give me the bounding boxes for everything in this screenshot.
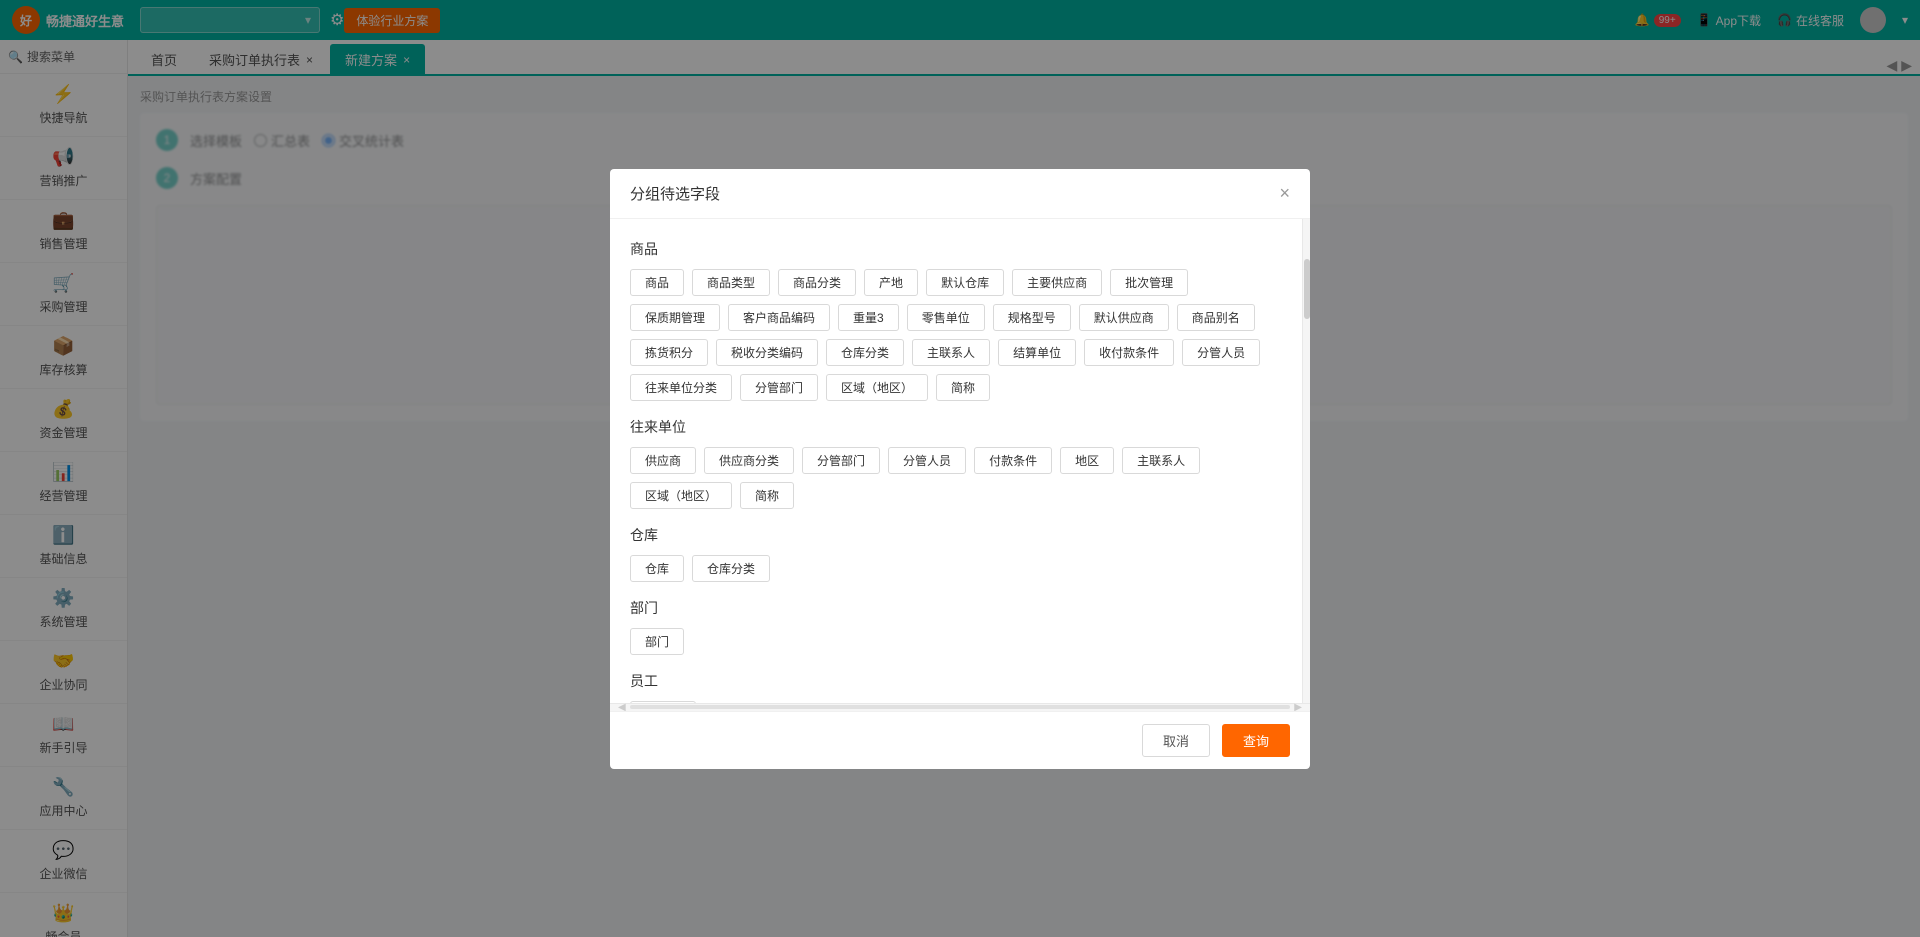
- field-tag[interactable]: 分管人员: [1182, 339, 1260, 366]
- partner-field-grid: 供应商 供应商分类 分管部门 分管人员 付款条件 地区 主联系人 区域（地区） …: [630, 447, 1282, 509]
- field-tag[interactable]: 分管部门: [740, 374, 818, 401]
- field-tag[interactable]: 供应商分类: [704, 447, 794, 474]
- field-tag[interactable]: 地区: [1060, 447, 1114, 474]
- field-tag[interactable]: 仓库: [630, 555, 684, 582]
- field-tag[interactable]: 分管人员: [888, 447, 966, 474]
- field-tag[interactable]: 商品: [630, 269, 684, 296]
- modal-body: 商品 商品 商品类型 商品分类 产地 默认仓库 主要供应商 批次管理 保质期管理…: [610, 219, 1302, 703]
- field-tag[interactable]: 简称: [740, 482, 794, 509]
- field-tag[interactable]: 主联系人: [1122, 447, 1200, 474]
- field-tag[interactable]: 简称: [936, 374, 990, 401]
- field-select-modal: 分组待选字段 × 商品 商品 商品类型 商品分类 产地 默认仓库 主要供应商 批…: [610, 169, 1310, 769]
- field-tag[interactable]: 分管部门: [802, 447, 880, 474]
- confirm-button[interactable]: 查询: [1222, 724, 1290, 757]
- section-title-warehouse: 仓库: [630, 525, 1282, 545]
- field-tag[interactable]: 收付款条件: [1084, 339, 1174, 366]
- field-tag[interactable]: 客户商品编码: [728, 304, 830, 331]
- section-title-partner: 往来单位: [630, 417, 1282, 437]
- field-tag[interactable]: 默认仓库: [926, 269, 1004, 296]
- modal-title: 分组待选字段: [630, 183, 720, 204]
- field-tag[interactable]: 拣货积分: [630, 339, 708, 366]
- horizontal-scrollbar[interactable]: ◀ ▶: [610, 703, 1310, 711]
- field-tag[interactable]: 结算单位: [998, 339, 1076, 366]
- field-tag[interactable]: 保质期管理: [630, 304, 720, 331]
- warehouse-field-grid: 仓库 仓库分类: [630, 555, 1282, 582]
- modal-close-button[interactable]: ×: [1279, 184, 1290, 202]
- cancel-button[interactable]: 取消: [1142, 724, 1210, 757]
- field-tag[interactable]: 默认供应商: [1079, 304, 1169, 331]
- modal-header: 分组待选字段 ×: [610, 169, 1310, 219]
- field-tag[interactable]: 主联系人: [912, 339, 990, 366]
- field-tag[interactable]: 部门: [630, 628, 684, 655]
- field-tag[interactable]: 重量3: [838, 304, 899, 331]
- modal-overlay: 分组待选字段 × 商品 商品 商品类型 商品分类 产地 默认仓库 主要供应商 批…: [0, 0, 1920, 937]
- section-title-goods: 商品: [630, 239, 1282, 259]
- field-tag[interactable]: 往来单位分类: [630, 374, 732, 401]
- field-tag[interactable]: 仓库分类: [826, 339, 904, 366]
- section-title-dept: 部门: [630, 598, 1282, 618]
- modal-scrollbar-right[interactable]: [1302, 219, 1310, 703]
- field-tag[interactable]: 批次管理: [1110, 269, 1188, 296]
- field-tag[interactable]: 商品别名: [1177, 304, 1255, 331]
- modal-footer: 取消 查询: [610, 711, 1310, 769]
- dept-field-grid: 部门: [630, 628, 1282, 655]
- field-tag[interactable]: 商品分类: [778, 269, 856, 296]
- field-tag[interactable]: 商品类型: [692, 269, 770, 296]
- field-tag[interactable]: 主要供应商: [1012, 269, 1102, 296]
- scrollbar-track: [630, 705, 1291, 709]
- goods-field-grid: 商品 商品类型 商品分类 产地 默认仓库 主要供应商 批次管理 保质期管理 客户…: [630, 269, 1282, 401]
- field-tag[interactable]: 零售单位: [907, 304, 985, 331]
- field-tag[interactable]: 区域（地区）: [826, 374, 928, 401]
- field-tag[interactable]: 区域（地区）: [630, 482, 732, 509]
- field-tag[interactable]: 产地: [864, 269, 918, 296]
- scrollbar-thumb: [1304, 259, 1310, 319]
- field-tag[interactable]: 规格型号: [993, 304, 1071, 331]
- field-tag[interactable]: 仓库分类: [692, 555, 770, 582]
- field-tag[interactable]: 税收分类编码: [716, 339, 818, 366]
- field-tag[interactable]: 付款条件: [974, 447, 1052, 474]
- field-tag[interactable]: 供应商: [630, 447, 696, 474]
- section-title-staff: 员工: [630, 671, 1282, 691]
